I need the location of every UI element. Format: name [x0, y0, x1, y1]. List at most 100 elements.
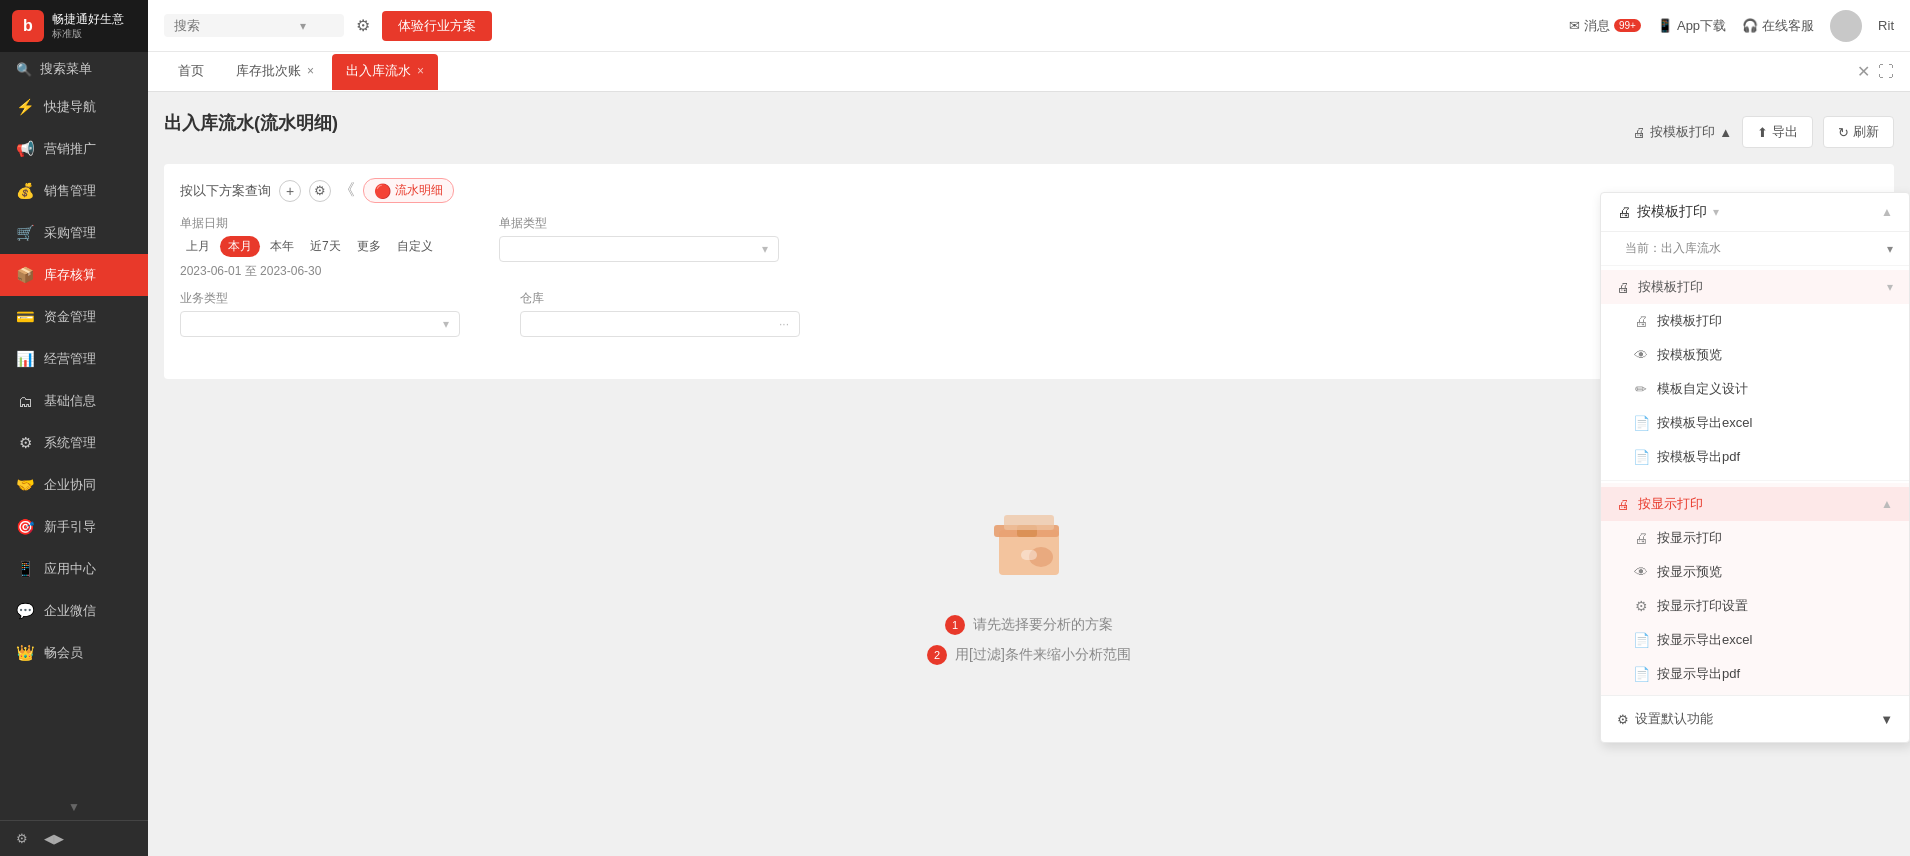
- display-print-section-header[interactable]: 🖨 按显示打印 ▲: [1601, 487, 1909, 521]
- tprev-icon: 👁: [1633, 347, 1649, 363]
- business-type-select[interactable]: ▾: [180, 311, 460, 337]
- export-icon: ⬆: [1757, 125, 1768, 140]
- display-preview-item[interactable]: 👁 按显示预览: [1601, 555, 1909, 589]
- dropdown-current-arrow[interactable]: ▾: [1713, 205, 1719, 219]
- online-service-btn[interactable]: 🎧 在线客服: [1742, 17, 1814, 35]
- window-close-btn[interactable]: ✕: [1857, 62, 1870, 81]
- dropdown-print-icon: 🖨: [1617, 204, 1631, 220]
- doc-type-field: 单据类型 ▾: [499, 215, 779, 262]
- sidebar-item-cooperation[interactable]: 🤝 企业协同: [0, 464, 148, 506]
- sidebar-item-basic[interactable]: 🗂 基础信息: [0, 380, 148, 422]
- template-excel-item[interactable]: 📄 按模板导出excel: [1601, 406, 1909, 440]
- template-expand-icon[interactable]: ▾: [1887, 280, 1893, 294]
- date-current-year[interactable]: 本年: [264, 236, 300, 257]
- marketing-icon: 📢: [16, 140, 34, 158]
- sidebar-item-wechat[interactable]: 💬 企业微信: [0, 590, 148, 632]
- topbar-search-input[interactable]: [174, 18, 294, 33]
- tabbar: 首页 库存批次账 × 出入库流水 × ✕ ⛶: [148, 52, 1910, 92]
- tab-inventory-batch[interactable]: 库存批次账 ×: [222, 54, 328, 90]
- topbar-search-dropdown-icon[interactable]: ▾: [300, 19, 306, 33]
- trial-btn[interactable]: 体验行业方案: [382, 11, 492, 41]
- topbar: ▾ ⚙ 体验行业方案 ✉ 消息 99+ 📱 App下载 🎧 在线客服 Rit: [148, 0, 1910, 52]
- display-excel-item[interactable]: 📄 按显示导出excel: [1601, 623, 1909, 657]
- print-template-btn[interactable]: 🖨 按模板打印 ▲: [1633, 123, 1732, 141]
- tcustom-icon: ✏: [1633, 381, 1649, 397]
- dropdown-collapse-icon[interactable]: ▲: [1881, 205, 1893, 219]
- purchase-icon: 🛒: [16, 224, 34, 242]
- sidebar-item-member[interactable]: 👑 畅会员: [0, 632, 148, 674]
- filter-settings-btn[interactable]: ⚙: [309, 180, 331, 202]
- app-download-btn[interactable]: 📱 App下载: [1657, 17, 1726, 35]
- template-preview-item[interactable]: 👁 按模板预览: [1601, 338, 1909, 372]
- print-dropdown-panel: 🖨 按模板打印 ▾ ▲ 当前：出入库流水 ▾ 🖨 按模板打印 ▾: [1600, 192, 1910, 743]
- topbar-gear-icon[interactable]: ⚙: [356, 16, 370, 35]
- date-custom[interactable]: 自定义: [391, 236, 439, 257]
- template-print-section-header[interactable]: 🖨 按模板打印 ▾: [1601, 270, 1909, 304]
- cooperation-icon: 🤝: [16, 476, 34, 494]
- export-btn[interactable]: ⬆ 导出: [1742, 116, 1813, 148]
- finance-icon: 💳: [16, 308, 34, 326]
- sidebar-item-sales[interactable]: 💰 销售管理: [0, 170, 148, 212]
- set-default-btn[interactable]: ⚙ 设置默认功能 ▼: [1617, 704, 1893, 734]
- topbar-right: ✉ 消息 99+ 📱 App下载 🎧 在线客服 Rit: [1569, 10, 1894, 42]
- username-label: Rit: [1878, 18, 1894, 33]
- filter-active-tag: 🔴 流水明细: [363, 178, 454, 203]
- display-expand-icon[interactable]: ▲: [1881, 497, 1893, 511]
- sidebar-item-quick-nav[interactable]: ⚡ 快捷导航: [0, 86, 148, 128]
- empty-step-1: 1 请先选择要分析的方案: [945, 615, 1113, 635]
- filter-add-btn[interactable]: +: [279, 180, 301, 202]
- system-icon: ⚙: [16, 434, 34, 452]
- page-header-row: 出入库流水(流水明细) 🖨 按模板打印 ▲ ⬆ 导出 ↻ 刷新: [164, 108, 1894, 152]
- page-title: 出入库流水(流水明细): [164, 111, 338, 135]
- date-more[interactable]: 更多: [351, 236, 387, 257]
- tab-in-out-flow-close[interactable]: ×: [417, 64, 424, 78]
- refresh-btn[interactable]: ↻ 刷新: [1823, 116, 1894, 148]
- doc-type-select-arrow: ▾: [762, 242, 768, 256]
- message-icon: ✉: [1569, 18, 1580, 33]
- tab-in-out-flow[interactable]: 出入库流水 ×: [332, 54, 438, 90]
- app-logo-icon: b: [12, 10, 44, 42]
- message-badge: 99+: [1614, 19, 1641, 32]
- display-pdf-item[interactable]: 📄 按显示导出pdf: [1601, 657, 1909, 691]
- print-icon: 🖨: [1633, 125, 1646, 140]
- sidebar-item-finance[interactable]: 💳 资金管理: [0, 296, 148, 338]
- doc-type-label: 单据类型: [499, 215, 779, 232]
- sidebar-help-icon[interactable]: ◀▶: [44, 831, 64, 846]
- svg-rect-3: [1004, 515, 1054, 530]
- filter-collapse-btn[interactable]: 《: [339, 180, 355, 201]
- date-current-month[interactable]: 本月: [220, 236, 260, 257]
- tab-inventory-batch-close[interactable]: ×: [307, 64, 314, 78]
- date-last-month[interactable]: 上月: [180, 236, 216, 257]
- date-last-7[interactable]: 近7天: [304, 236, 347, 257]
- window-maximize-btn[interactable]: ⛶: [1878, 63, 1894, 81]
- display-settings-item[interactable]: ⚙ 按显示打印设置: [1601, 589, 1909, 623]
- sidebar-scroll-down[interactable]: ▼: [66, 798, 82, 816]
- business-type-label: 业务类型: [180, 290, 460, 307]
- sidebar-item-operation[interactable]: 📊 经营管理: [0, 338, 148, 380]
- business-type-arrow: ▾: [443, 317, 449, 331]
- doc-type-select[interactable]: ▾: [499, 236, 779, 262]
- sidebar-item-purchase[interactable]: 🛒 采购管理: [0, 212, 148, 254]
- sidebar-item-guide[interactable]: 🎯 新手引导: [0, 506, 148, 548]
- date-shortcuts: 上月 本月 本年 近7天 更多 自定义: [180, 236, 439, 257]
- current-template-label: 当前：出入库流水: [1625, 240, 1721, 257]
- sidebar-settings-icon[interactable]: ⚙: [16, 831, 28, 846]
- sidebar-logo: b 畅捷通好生意 标准版: [0, 0, 148, 52]
- dpi-icon: 🖨: [1633, 530, 1649, 546]
- search-menu-item[interactable]: 🔍 搜索菜单: [0, 52, 148, 86]
- tab-home[interactable]: 首页: [164, 54, 218, 90]
- step2-num: 2: [927, 645, 947, 665]
- template-pdf-item[interactable]: 📄 按模板导出pdf: [1601, 440, 1909, 474]
- warehouse-label: 仓库: [520, 290, 800, 307]
- display-print-item[interactable]: 🖨 按显示打印: [1601, 521, 1909, 555]
- warehouse-select[interactable]: ···: [520, 311, 800, 337]
- sidebar-item-system[interactable]: ⚙ 系统管理: [0, 422, 148, 464]
- sidebar-item-inventory[interactable]: 📦 库存核算: [0, 254, 148, 296]
- user-avatar[interactable]: [1830, 10, 1862, 42]
- template-print-item[interactable]: 🖨 按模板打印: [1601, 304, 1909, 338]
- message-btn[interactable]: ✉ 消息 99+: [1569, 17, 1641, 35]
- sidebar-item-marketing[interactable]: 📢 营销推广: [0, 128, 148, 170]
- sidebar-item-apps[interactable]: 📱 应用中心: [0, 548, 148, 590]
- template-custom-item[interactable]: ✏ 模板自定义设计: [1601, 372, 1909, 406]
- inventory-icon: 📦: [16, 266, 34, 284]
